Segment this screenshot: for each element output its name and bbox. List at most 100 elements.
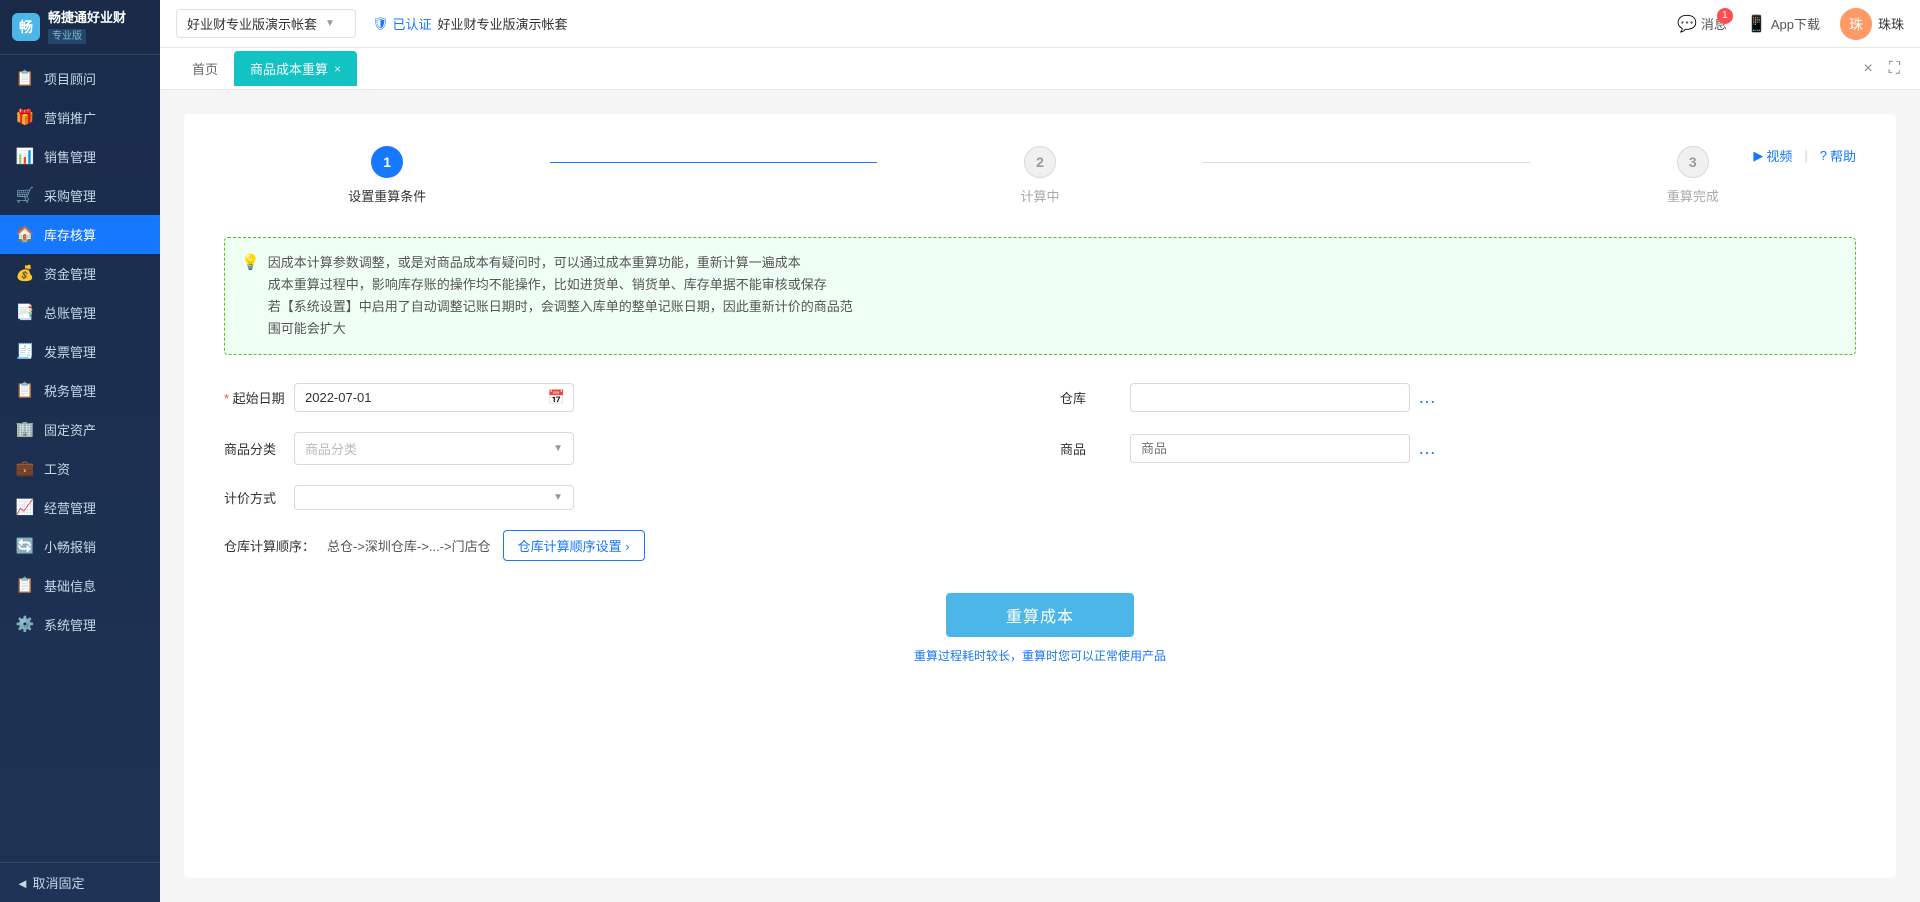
sidebar-item-operations[interactable]: 📈 经营管理 bbox=[0, 488, 160, 527]
app-logo: 畅 畅捷通好业财 专业版 bbox=[0, 0, 160, 55]
sidebar-item-sales[interactable]: 📊 销售管理 bbox=[0, 137, 160, 176]
tab-close-icon[interactable]: × bbox=[334, 62, 341, 76]
window-controls: × ⛶ bbox=[1859, 56, 1904, 82]
chevron-down-icon: ▼ bbox=[325, 18, 335, 29]
play-icon: ▶ bbox=[1753, 148, 1763, 164]
verified-badge: 🛡 已认证 好业财专业版演示帐套 bbox=[372, 14, 568, 33]
warehouse-label: 仓库 bbox=[1060, 388, 1130, 407]
sidebar-item-invoice[interactable]: 🧾 发票管理 bbox=[0, 332, 160, 371]
step-line-1 bbox=[550, 162, 876, 163]
operations-icon: 📈 bbox=[16, 498, 34, 516]
product-input[interactable] bbox=[1130, 434, 1410, 463]
purchase-icon: 🛒 bbox=[16, 186, 34, 204]
action-center: 重算成本 重算过程耗时较长，重算时您可以正常使用产品 bbox=[224, 593, 1856, 664]
info-text: 因成本计算参数调整，或是对商品成本有疑问时，可以通过成本重算功能，重新计算一遍成… bbox=[268, 252, 853, 340]
step-2-label: 计算中 bbox=[1021, 186, 1060, 205]
sidebar-item-assets[interactable]: 🏢 固定资产 bbox=[0, 410, 160, 449]
warehouse-order-row: 仓库计算顺序： 总仓->深圳仓库->...->门店仓 仓库计算顺序设置 › bbox=[224, 530, 1856, 561]
start-date-field: 起始日期 📅 bbox=[224, 383, 1020, 412]
product-category-select[interactable]: 商品分类 ▼ bbox=[294, 432, 574, 465]
question-icon: ? bbox=[1820, 148, 1827, 163]
start-date-input[interactable]: 📅 bbox=[294, 383, 574, 412]
messages-button[interactable]: 💬 消息 1 bbox=[1677, 14, 1727, 34]
step-line-2 bbox=[1203, 162, 1529, 163]
start-date-label: 起始日期 bbox=[224, 388, 294, 407]
salary-icon: 💼 bbox=[16, 459, 34, 477]
inventory-icon: 🏠 bbox=[16, 225, 34, 243]
system-icon: ⚙️ bbox=[16, 615, 34, 633]
pricing-field: 计价方式 ▼ bbox=[224, 485, 1020, 510]
step-1-circle: 1 bbox=[371, 146, 403, 178]
warehouse-input[interactable] bbox=[1130, 383, 1410, 412]
steps-indicator: 1 设置重算条件 2 计算中 3 重算完成 bbox=[224, 146, 1856, 205]
video-button[interactable]: ▶ 视频 bbox=[1753, 146, 1792, 165]
content-area: 1 设置重算条件 2 计算中 3 重算完成 bbox=[160, 90, 1920, 902]
svg-text:珠: 珠 bbox=[1849, 16, 1863, 32]
messages-badge: 1 bbox=[1717, 8, 1733, 24]
sidebar-item-salary[interactable]: 💼 工资 bbox=[0, 449, 160, 488]
form-row-2: 商品分类 商品分类 ▼ 商品 … bbox=[224, 432, 1856, 465]
tab-cost-recalc[interactable]: 商品成本重算 × bbox=[234, 51, 357, 86]
marketing-icon: 🎁 bbox=[16, 108, 34, 126]
form-row-3: 计价方式 ▼ bbox=[224, 485, 1856, 510]
message-icon: 💬 bbox=[1677, 14, 1697, 34]
form-row-1: 起始日期 📅 仓库 … bbox=[224, 383, 1856, 412]
sidebar-item-project[interactable]: 📋 项目顾问 bbox=[0, 59, 160, 98]
warehouse-text[interactable] bbox=[1131, 384, 1409, 411]
info-box: 💡 因成本计算参数调整，或是对商品成本有疑问时，可以通过成本重算功能，重新计算一… bbox=[224, 237, 1856, 355]
sidebar-item-accounting[interactable]: 📑 总账管理 bbox=[0, 293, 160, 332]
step-2-circle: 2 bbox=[1024, 146, 1056, 178]
tab-home[interactable]: 首页 bbox=[176, 51, 234, 86]
product-more-icon[interactable]: … bbox=[1414, 438, 1440, 459]
phone-icon: 📱 bbox=[1747, 14, 1767, 34]
warehouse-order-label: 仓库计算顺序： bbox=[224, 536, 315, 555]
sidebar-item-purchase[interactable]: 🛒 采购管理 bbox=[0, 176, 160, 215]
sidebar-item-finance[interactable]: 💰 资金管理 bbox=[0, 254, 160, 293]
shield-icon: 🛡 bbox=[372, 16, 389, 32]
sidebar-item-basic[interactable]: 📋 基础信息 bbox=[0, 566, 160, 605]
step-3-label: 重算完成 bbox=[1667, 186, 1719, 205]
user-profile[interactable]: 珠 珠珠 bbox=[1840, 8, 1904, 40]
info-icon: 💡 bbox=[241, 253, 260, 271]
warehouse-field: 仓库 … bbox=[1060, 383, 1856, 412]
app-download-button[interactable]: 📱 App下载 bbox=[1747, 14, 1820, 34]
sidebar: 畅 畅捷通好业财 专业版 📋 项目顾问 🎁 营销推广 📊 销售管理 🛒 采购管理… bbox=[0, 0, 160, 902]
sidebar-item-expense[interactable]: 🔄 小畅报销 bbox=[0, 527, 160, 566]
product-text[interactable] bbox=[1131, 435, 1409, 462]
close-window-icon[interactable]: × bbox=[1859, 56, 1876, 82]
calendar-icon[interactable]: 📅 bbox=[540, 389, 573, 406]
avatar: 珠 bbox=[1840, 8, 1872, 40]
product-label: 商品 bbox=[1060, 439, 1130, 458]
accounting-icon: 📑 bbox=[16, 303, 34, 321]
sidebar-pin-toggle[interactable]: ◄ 取消固定 bbox=[0, 862, 160, 902]
sidebar-nav: 📋 项目顾问 🎁 营销推广 📊 销售管理 🛒 采购管理 🏠 库存核算 💰 资金管… bbox=[0, 55, 160, 862]
topbar: 好业财专业版演示帐套 ▼ 🛡 已认证 好业财专业版演示帐套 💬 消息 1 📱 A… bbox=[160, 0, 1920, 48]
sidebar-item-inventory[interactable]: 🏠 库存核算 bbox=[0, 215, 160, 254]
recalc-button[interactable]: 重算成本 bbox=[946, 593, 1134, 637]
basic-icon: 📋 bbox=[16, 576, 34, 594]
recalc-note: 重算过程耗时较长，重算时您可以正常使用产品 bbox=[914, 647, 1166, 664]
expense-icon: 🔄 bbox=[16, 537, 34, 555]
account-selector[interactable]: 好业财专业版演示帐套 ▼ bbox=[176, 9, 356, 38]
pricing-select[interactable]: ▼ bbox=[294, 485, 574, 510]
chevron-down-icon: ▼ bbox=[553, 492, 563, 503]
logo-text: 畅捷通好业财 专业版 bbox=[48, 10, 126, 44]
start-date-text[interactable] bbox=[295, 384, 540, 411]
pricing-label: 计价方式 bbox=[224, 488, 294, 507]
sidebar-item-system[interactable]: ⚙️ 系统管理 bbox=[0, 605, 160, 644]
finance-icon: 💰 bbox=[16, 264, 34, 282]
tax-icon: 📋 bbox=[16, 381, 34, 399]
content-card: 1 设置重算条件 2 计算中 3 重算完成 bbox=[184, 114, 1896, 878]
invoice-icon: 🧾 bbox=[16, 342, 34, 360]
sidebar-item-tax[interactable]: 📋 税务管理 bbox=[0, 371, 160, 410]
help-button[interactable]: ? 帮助 bbox=[1820, 146, 1856, 165]
sidebar-item-marketing[interactable]: 🎁 营销推广 bbox=[0, 98, 160, 137]
warehouse-more-icon[interactable]: … bbox=[1414, 387, 1440, 408]
product-field: 商品 … bbox=[1060, 434, 1856, 463]
step-3-circle: 3 bbox=[1677, 146, 1709, 178]
step-2: 2 计算中 bbox=[877, 146, 1203, 205]
product-category-field: 商品分类 商品分类 ▼ bbox=[224, 432, 1020, 465]
warehouse-order-settings-button[interactable]: 仓库计算顺序设置 › bbox=[503, 530, 645, 561]
expand-window-icon[interactable]: ⛶ bbox=[1885, 56, 1904, 82]
step-1: 1 设置重算条件 bbox=[224, 146, 550, 205]
